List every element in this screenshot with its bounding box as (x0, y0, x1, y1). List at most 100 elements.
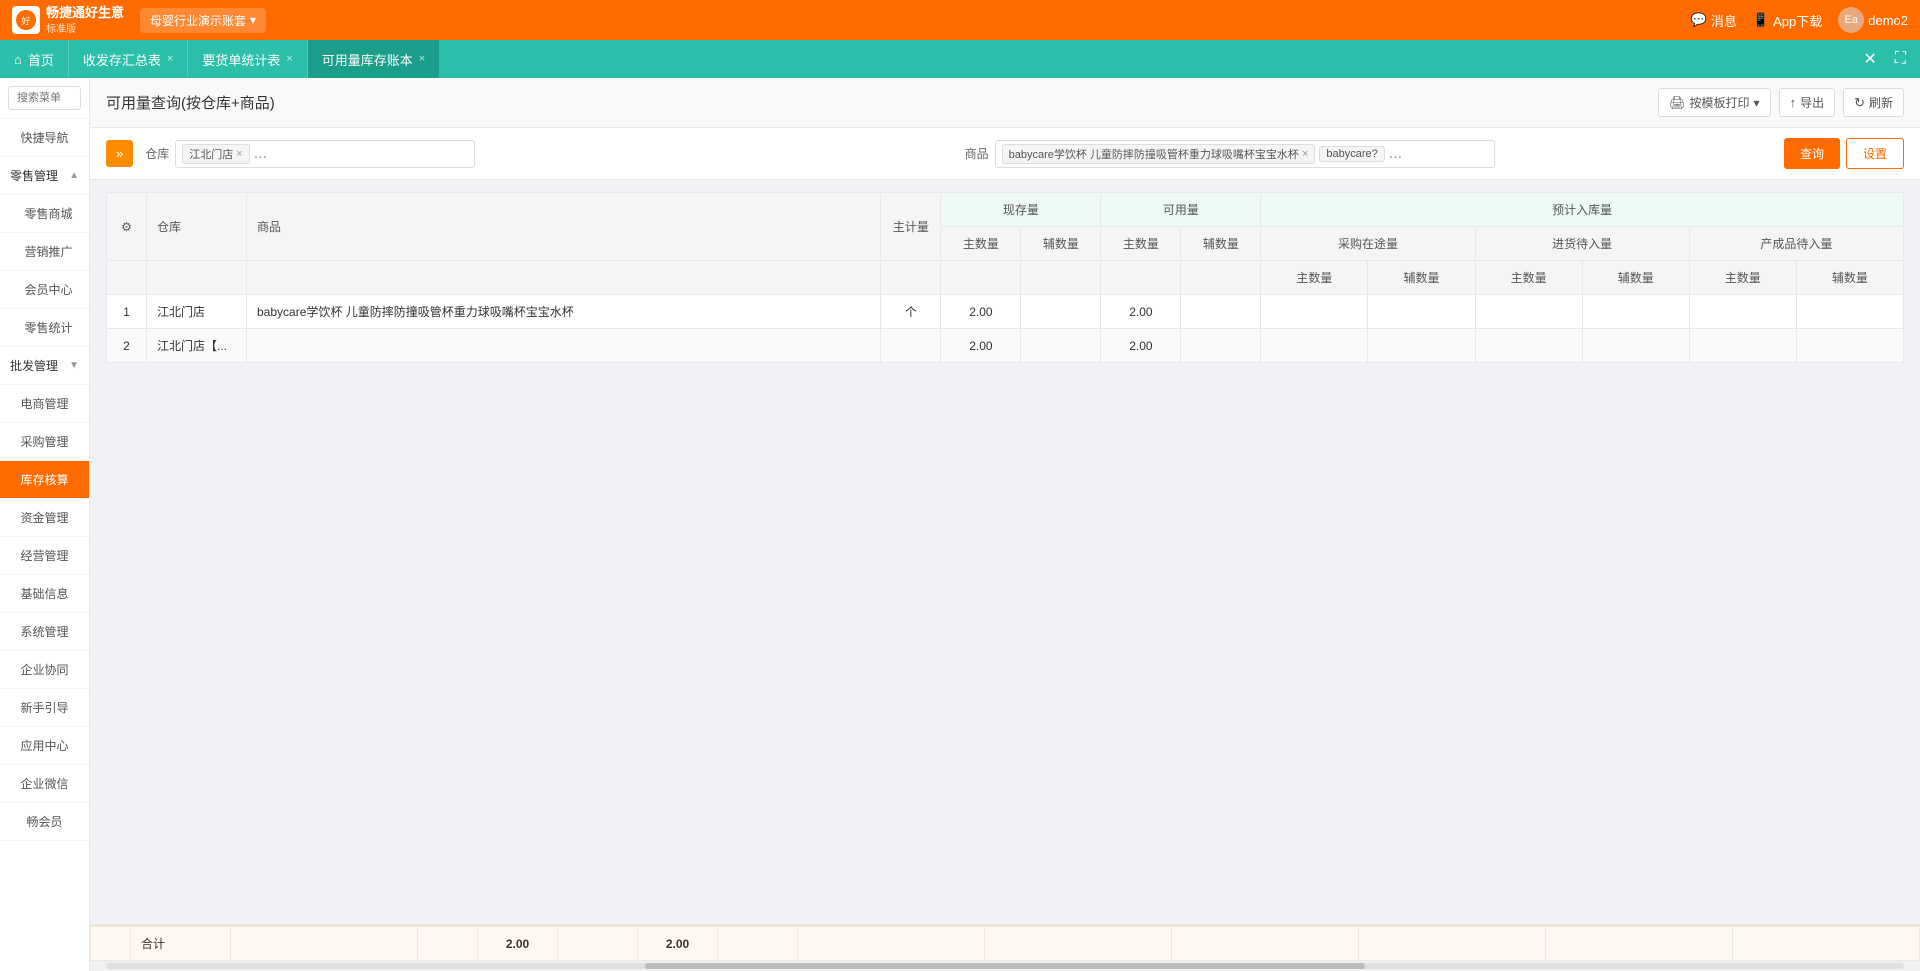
tab-income-expense[interactable]: 收发存汇总表 × (69, 40, 188, 78)
sidebar-item-finance-mgmt[interactable]: 资金管理 (0, 499, 89, 537)
col-production-pending-header: 产成品待入量 (1689, 227, 1903, 261)
tab-order-stats-close[interactable]: × (286, 53, 292, 65)
sidebar-item-business-mgmt[interactable]: 经营管理 (0, 537, 89, 575)
product-filter-label: 商品 (965, 145, 989, 162)
warehouse-tag-jiangbei[interactable]: 江北门店 × (182, 144, 249, 164)
product-more-btn[interactable]: ... (1389, 145, 1402, 163)
print-btn[interactable]: 🖨 按模板打印 ▾ (1658, 88, 1771, 117)
warehouse-tag-remove[interactable]: × (236, 148, 242, 160)
top-bar-left: 好 畅捷通好生意 标准版 母婴行业演示账套 ▾ (12, 5, 266, 36)
row1-available-aux (1181, 295, 1261, 329)
tab-close-all-btn[interactable]: ✕ (1857, 47, 1882, 71)
row2-available-main: 2.00 (1101, 329, 1181, 363)
query-btn[interactable]: 查询 (1784, 138, 1840, 169)
sidebar-item-quick-nav[interactable]: 快捷导航 (0, 119, 89, 157)
sidebar-item-system-mgmt[interactable]: 系统管理 (0, 613, 89, 651)
sidebar-item-member-center[interactable]: 会员中心 (0, 271, 89, 309)
sidebar-item-marketing[interactable]: 营销推广 (0, 233, 89, 271)
product-filter-input[interactable]: babycare学饮杯 儿童防摔防撞吸管杯重力球吸嘴杯宝宝水杯 × babyca… (995, 140, 1495, 168)
tab-income-expense-close[interactable]: × (167, 53, 173, 65)
industry-selector[interactable]: 母婴行业演示账套 ▾ (140, 8, 266, 33)
user-profile[interactable]: Ea demo2 (1838, 7, 1908, 33)
footer-table: 合计 2.00 2.00 (90, 926, 1920, 961)
settings-btn[interactable]: 设置 (1846, 138, 1904, 169)
settings-icon[interactable]: ⚙ (121, 220, 132, 234)
warehouse-filter-input[interactable]: 江北门店 × ... (175, 140, 475, 168)
table-footer-area: 合计 2.00 2.00 (90, 924, 1920, 961)
search-input[interactable] (8, 86, 81, 110)
footer-pt-main (798, 927, 985, 961)
app-download-label: App下载 (1773, 11, 1822, 30)
sidebar-item-vip-member[interactable]: 畅会员 (0, 803, 89, 841)
sidebar-item-app-center[interactable]: 应用中心 (0, 727, 89, 765)
horizontal-scrollbar[interactable] (90, 961, 1920, 971)
table-wrap: ⚙ 仓库 商品 主计量 现存量 (90, 180, 1920, 924)
sidebar-item-basic-info[interactable]: 基础信息 (0, 575, 89, 613)
footer-available-main: 2.00 (638, 927, 718, 961)
home-icon: ⌂ (14, 52, 22, 67)
row2-seq: 2 (107, 329, 147, 363)
username: demo2 (1868, 13, 1908, 28)
sidebar-item-wholesale-mgmt[interactable]: 批发管理 ▼ (0, 347, 89, 385)
warehouse-more-btn[interactable]: ... (254, 145, 267, 163)
app-logo-icon: 好 (12, 6, 40, 34)
col-av-main-sub (1101, 261, 1181, 295)
row1-production-aux (1796, 295, 1903, 329)
sidebar-item-enterprise-collab[interactable]: 企业协同 (0, 651, 89, 689)
app-name: 畅捷通好生意 (46, 5, 124, 21)
tab-order-stats[interactable]: 要货单统计表 × (188, 40, 307, 78)
col-cs-aux-sub (1021, 261, 1101, 295)
tab-fullscreen-btn[interactable]: ⛶ (1889, 48, 1912, 70)
tab-home[interactable]: ⌂ 首页 (0, 40, 69, 78)
message-btn[interactable]: 💬 消息 (1691, 11, 1737, 30)
tab-available-stock-close[interactable]: × (419, 53, 425, 65)
col-available-main-header: 主数量 (1101, 227, 1181, 261)
export-icon: ↑ (1790, 95, 1797, 110)
sidebar-item-ecommerce-mgmt[interactable]: 电商管理 (0, 385, 89, 423)
col-incoming-pending-header: 进货待入量 (1475, 227, 1689, 261)
app-download-btn[interactable]: 📱 App下载 (1753, 11, 1822, 30)
row2-available-aux (1181, 329, 1261, 363)
export-btn[interactable]: ↑ 导出 (1779, 88, 1836, 117)
col-unit-sub-header (881, 261, 941, 295)
scroll-track (106, 963, 1904, 969)
phone-icon: 📱 (1753, 12, 1769, 28)
col-available-aux-header: 辅数量 (1181, 227, 1261, 261)
refresh-btn[interactable]: ↻ 刷新 (1843, 88, 1904, 117)
top-bar-right: 💬 消息 📱 App下载 Ea demo2 (1691, 7, 1908, 33)
row1-seq: 1 (107, 295, 147, 329)
footer-current-main: 2.00 (478, 927, 558, 961)
nav-tabs-right: ✕ ⛶ (1857, 40, 1920, 78)
product-tag-babycare2[interactable]: babycare? (1319, 146, 1384, 162)
product-tag-babycare[interactable]: babycare学饮杯 儿童防摔防撞吸管杯重力球吸嘴杯宝宝水杯 × (1002, 144, 1316, 164)
sidebar-item-retail-mgmt[interactable]: 零售管理 ▲ (0, 157, 89, 195)
tab-available-stock[interactable]: 可用量库存账本 × (308, 40, 440, 78)
sidebar-item-retail-mall[interactable]: 零售商城 (0, 195, 89, 233)
scroll-thumb[interactable] (645, 963, 1364, 969)
filter-expand-btn[interactable]: » (106, 140, 133, 167)
footer-label: 合计 (131, 927, 231, 961)
row2-current-aux (1021, 329, 1101, 363)
message-label: 消息 (1711, 11, 1737, 30)
logo-text-area: 畅捷通好生意 标准版 (46, 5, 124, 36)
footer-row: 合计 2.00 2.00 (91, 927, 1920, 961)
row2-production-main (1689, 329, 1796, 363)
footer-ip-aux (1359, 927, 1546, 961)
col-warehouse-header: 仓库 (147, 193, 247, 261)
sidebar-item-inventory[interactable]: 库存核算 (0, 461, 89, 499)
sidebar-item-retail-stats[interactable]: 零售统计 (0, 309, 89, 347)
col-pt-main-sub: 主数量 (1261, 261, 1368, 295)
row2-warehouse: 江北门店【... (147, 329, 247, 363)
data-table: ⚙ 仓库 商品 主计量 现存量 (106, 192, 1904, 363)
footer-product-empty (231, 927, 418, 961)
row1-purchase-aux (1368, 295, 1475, 329)
product-tag-babycare-remove[interactable]: × (1302, 148, 1308, 160)
col-settings-header[interactable]: ⚙ (107, 193, 147, 261)
sidebar-item-purchase-mgmt[interactable]: 采购管理 (0, 423, 89, 461)
sidebar-item-enterprise-wechat[interactable]: 企业微信 (0, 765, 89, 803)
footer-ip-main (1172, 927, 1359, 961)
footer-empty-seq (91, 927, 131, 961)
top-bar: 好 畅捷通好生意 标准版 母婴行业演示账套 ▾ 💬 消息 📱 App下载 Ea … (0, 0, 1920, 40)
col-available-header: 可用量 (1101, 193, 1261, 227)
sidebar-item-new-guide[interactable]: 新手引导 (0, 689, 89, 727)
